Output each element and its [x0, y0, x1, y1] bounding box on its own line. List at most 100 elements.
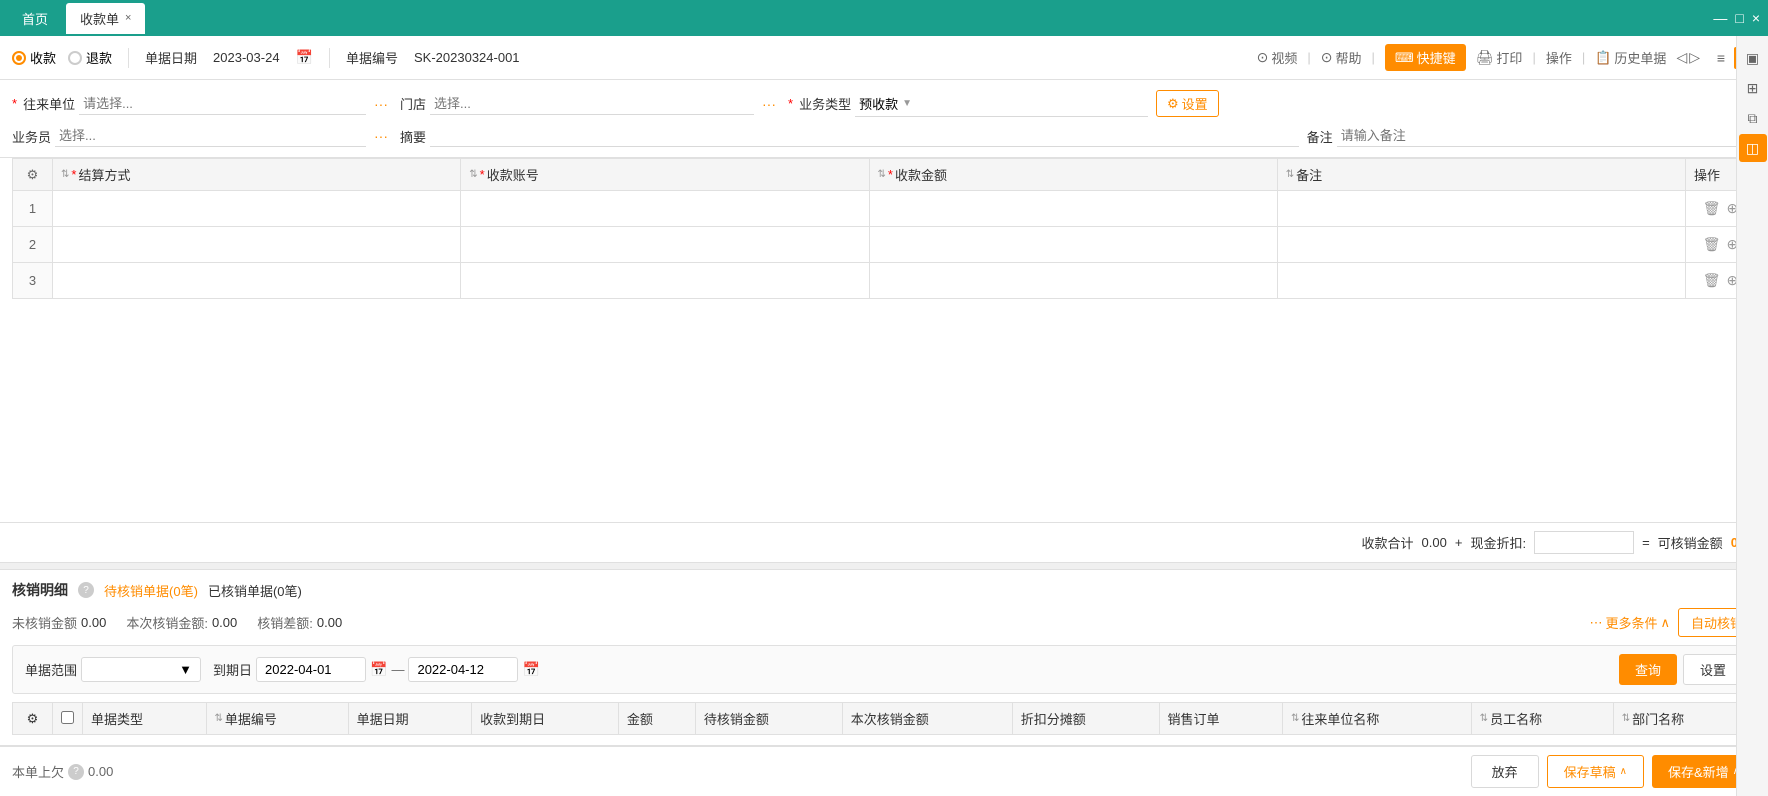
- row-num-1: 1: [13, 191, 53, 227]
- amount-input-1[interactable]: [870, 191, 1277, 226]
- tab-current[interactable]: 收款单 ×: [66, 3, 145, 34]
- due-date-field: 到期日 📅 — 📅: [213, 657, 540, 682]
- cell-amount-2[interactable]: [869, 227, 1277, 263]
- staff-field: 业务员 ···: [12, 125, 392, 147]
- cell-account-2[interactable]: [461, 227, 869, 263]
- filter-icon: ⋯: [1589, 615, 1602, 631]
- dth-settings[interactable]: ⚙: [13, 703, 53, 735]
- biztype-value: 预收款: [859, 94, 898, 113]
- cell-amount-3[interactable]: [869, 263, 1277, 299]
- cell-settlement-2[interactable]: [53, 227, 461, 263]
- more-filter-btn[interactable]: ⋯ 更多条件 ∧: [1589, 613, 1670, 632]
- radio-receipt-dot: [12, 51, 26, 65]
- radio-refund[interactable]: 退款: [68, 48, 112, 67]
- account-input-1[interactable]: [461, 191, 868, 226]
- cell-account-3[interactable]: [461, 263, 869, 299]
- print-label: 打印: [1496, 48, 1522, 67]
- note-input-2[interactable]: [1278, 227, 1685, 262]
- done-tab-link[interactable]: 已核销单据(0笔): [208, 581, 302, 600]
- query-btn[interactable]: 查询: [1619, 654, 1677, 685]
- pending-tab-link[interactable]: 待核销单据(0笔): [104, 581, 198, 600]
- draft-btn[interactable]: 保存草稿 ∧: [1547, 755, 1644, 788]
- amount-input-3[interactable]: [870, 263, 1277, 298]
- note-input-1[interactable]: [1278, 191, 1685, 226]
- dth-pending: 待核销金额: [695, 703, 842, 735]
- shortcut-btn[interactable]: ⌨ 快捷键: [1385, 44, 1466, 71]
- delete-icon-3[interactable]: 🗑: [1703, 272, 1721, 289]
- layout-list-icon[interactable]: ≡: [1710, 47, 1732, 69]
- settings-button[interactable]: ⚙ 设置: [1156, 90, 1219, 117]
- partner-more-btn[interactable]: ···: [370, 96, 392, 112]
- form-row-1: * 往来单位 ··· 门店 ··· * 业务类型 预收款 ▼ ⚙: [12, 90, 1756, 117]
- th-settings[interactable]: ⚙: [13, 159, 53, 191]
- keyboard-icon: ⌨: [1395, 50, 1414, 66]
- settlement-input-1[interactable]: [53, 191, 460, 226]
- verifiable-label: 可核销金额: [1658, 533, 1723, 552]
- range-select[interactable]: ▼: [81, 657, 201, 682]
- date-from-input[interactable]: [256, 657, 366, 682]
- help-action[interactable]: ⊙ 帮助: [1321, 48, 1362, 67]
- dth-dept: ⇅ 部门名称: [1613, 703, 1755, 735]
- calendar-from-icon[interactable]: 📅: [370, 661, 387, 678]
- window-maximize[interactable]: □: [1735, 10, 1743, 26]
- base-label: 本单上欠: [12, 762, 64, 781]
- print-action[interactable]: 🖨 打印: [1476, 48, 1523, 67]
- range-label: 单据范围: [25, 660, 77, 679]
- note-input[interactable]: [1337, 125, 1756, 147]
- calendar-icon[interactable]: 📅: [296, 49, 313, 66]
- cell-settlement-1[interactable]: [53, 191, 461, 227]
- staff-input[interactable]: [55, 125, 366, 147]
- reconcile-info-icon[interactable]: ?: [78, 582, 94, 598]
- date-label: 单据日期: [145, 48, 197, 67]
- cell-note-2[interactable]: [1277, 227, 1685, 263]
- partner-input[interactable]: [79, 93, 366, 115]
- delete-icon-1[interactable]: 🗑: [1703, 200, 1721, 217]
- base-info-icon[interactable]: ?: [68, 764, 84, 780]
- cell-amount-1[interactable]: [869, 191, 1277, 227]
- nav-prev[interactable]: ◁: [1676, 49, 1687, 66]
- delete-icon-2[interactable]: 🗑: [1703, 236, 1721, 253]
- radio-refund-label: 退款: [86, 48, 112, 67]
- settlement-input-2[interactable]: [53, 227, 460, 262]
- table-row: 3 🗑 ⊕: [13, 263, 1756, 299]
- radio-receipt[interactable]: 收款: [12, 48, 56, 67]
- summary-input[interactable]: [430, 125, 1299, 147]
- note-input-3[interactable]: [1278, 263, 1685, 298]
- window-close[interactable]: ×: [1752, 10, 1760, 26]
- sidebar-icon-1[interactable]: ▣: [1739, 44, 1767, 72]
- cell-account-1[interactable]: [461, 191, 869, 227]
- sidebar-icon-4[interactable]: ◫: [1739, 134, 1767, 162]
- video-action[interactable]: ⊙ 视频: [1257, 48, 1298, 67]
- divider2: [329, 48, 330, 68]
- select-all-checkbox[interactable]: [61, 711, 74, 724]
- window-minimize[interactable]: —: [1713, 10, 1727, 26]
- amount-input-2[interactable]: [870, 227, 1277, 262]
- nav-next[interactable]: ▷: [1689, 49, 1700, 66]
- sidebar-icon-2[interactable]: ⊞: [1739, 74, 1767, 102]
- doc-num-label: 单据编号: [346, 48, 398, 67]
- tab-home[interactable]: 首页: [8, 3, 62, 34]
- dth-due: 收款到期日: [472, 703, 619, 735]
- tab-close-icon[interactable]: ×: [125, 12, 131, 24]
- shop-input[interactable]: [430, 93, 754, 115]
- account-input-3[interactable]: [461, 263, 868, 298]
- date-to-input[interactable]: [408, 657, 518, 682]
- search-filters: 单据范围 ▼ 到期日 📅 — 📅 查询 设置: [12, 645, 1756, 694]
- cell-note-1[interactable]: [1277, 191, 1685, 227]
- shop-more-btn[interactable]: ···: [758, 96, 780, 112]
- settlement-input-3[interactable]: [53, 263, 460, 298]
- cell-settlement-3[interactable]: [53, 263, 461, 299]
- filter-setting-btn[interactable]: 设置: [1683, 654, 1743, 685]
- total-row: 收款合计 0.00 + 现金折扣: = 可核销金额 0.00: [0, 522, 1768, 562]
- biztype-select[interactable]: 预收款 ▼: [855, 91, 1148, 117]
- history-action[interactable]: 📋 历史单据: [1595, 48, 1666, 67]
- calendar-to-icon[interactable]: 📅: [522, 661, 539, 678]
- dth-checkbox[interactable]: [53, 703, 83, 735]
- operation-action[interactable]: 操作: [1546, 48, 1572, 67]
- sidebar-icon-3[interactable]: ⧉: [1739, 104, 1767, 132]
- cell-note-3[interactable]: [1277, 263, 1685, 299]
- account-input-2[interactable]: [461, 227, 868, 262]
- abandon-btn[interactable]: 放弃: [1471, 755, 1539, 788]
- staff-more-btn[interactable]: ···: [370, 128, 392, 144]
- cash-discount-input[interactable]: [1534, 531, 1634, 554]
